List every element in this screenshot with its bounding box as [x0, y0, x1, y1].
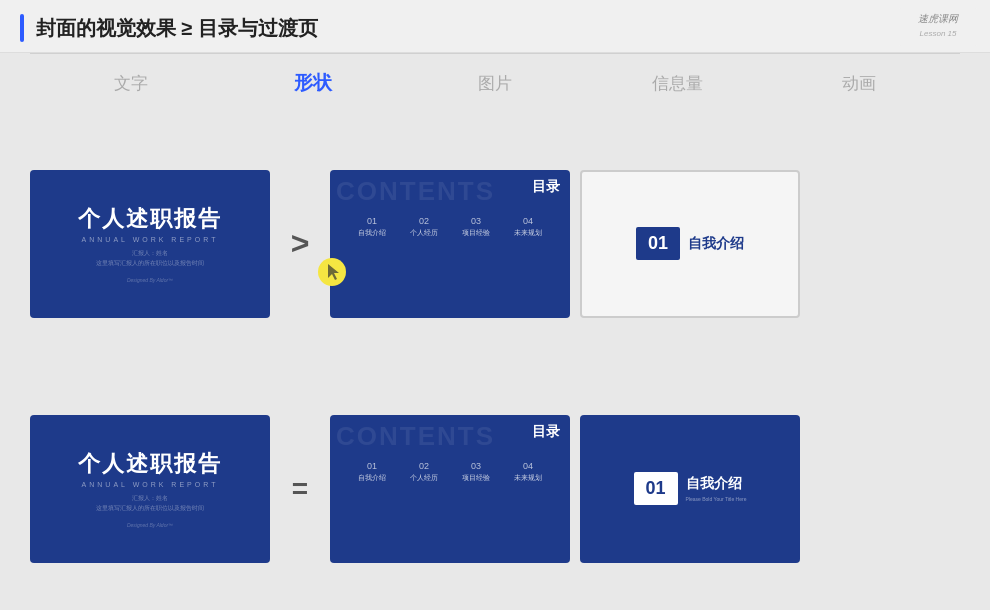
cover-info-2: 汇报人：姓名这里填写汇报人的所在职位以及报告时间: [96, 494, 204, 513]
toc-bg-text-2: CONTENTS: [336, 421, 495, 452]
section-label-2: 自我介绍: [686, 475, 747, 493]
row-equal: 个人述职报告 ANNUAL WORK REPORT 汇报人：姓名这里填写汇报人的…: [30, 373, 960, 604]
tab-shape[interactable]: 形状: [222, 64, 404, 102]
toc-num-2-1: 01: [346, 461, 398, 471]
cover-title-en-2: ANNUAL WORK REPORT: [82, 481, 219, 488]
toc-item-2-1: 01 自我介绍: [346, 461, 398, 483]
toc-item-2-4: 04 未来规划: [502, 461, 554, 483]
tab-image[interactable]: 图片: [404, 66, 586, 101]
logo-icon: 速虎课网 Lesson 15: [898, 8, 978, 46]
cover-designed-1: Designed By Aldor™: [127, 277, 173, 283]
section-slide-equal: 01 自我介绍 Please Bold Your Title Here: [580, 415, 800, 563]
cover-slide-equal: 个人述职报告 ANNUAL WORK REPORT 汇报人：姓名这里填写汇报人的…: [30, 415, 270, 563]
toc-label-2-1: 自我介绍: [346, 473, 398, 483]
toc-items-1: 01 自我介绍 02 个人经历 03 项目经验 04: [340, 216, 560, 238]
toc-bg-text-1: CONTENTS: [336, 176, 495, 207]
svg-text:速虎课网: 速虎课网: [918, 13, 959, 24]
section-num-1: 01: [636, 227, 680, 260]
toc-item-1: 01 自我介绍: [346, 216, 398, 238]
toc-item-4: 04 未来规划: [502, 216, 554, 238]
toc-label-1: 自我介绍: [346, 228, 398, 238]
toc-slide-better: CONTENTS 目录 01 自我介绍 02 个人经历 03: [330, 170, 570, 318]
tab-text[interactable]: 文字: [40, 66, 222, 101]
toc-slide-equal: CONTENTS 目录 01 自我介绍 02 个人经历 03 项目经验: [330, 415, 570, 563]
toc-label-2: 个人经历: [398, 228, 450, 238]
cover-title-cn-1: 个人述职报告: [78, 204, 222, 234]
toc-label-4: 未来规划: [502, 228, 554, 238]
section-label-1: 自我介绍: [688, 235, 744, 253]
toc-label-2-2: 个人经历: [398, 473, 450, 483]
cover-title-en-1: ANNUAL WORK REPORT: [82, 236, 219, 243]
toc-num-2-3: 03: [450, 461, 502, 471]
tab-info[interactable]: 信息量: [586, 66, 768, 101]
arrow-symbol: >: [280, 225, 320, 262]
section-num-2: 01: [634, 472, 678, 505]
equals-symbol: =: [280, 473, 320, 505]
section-subtitle-2: Please Bold Your Title Here: [686, 496, 747, 502]
toc-num-4: 04: [502, 216, 554, 226]
toc-item-2-3: 03 项目经验: [450, 461, 502, 483]
cover-designed-2: Designed By Aldor™: [127, 522, 173, 528]
svg-text:Lesson 15: Lesson 15: [920, 29, 957, 38]
main-content: 个人述职报告 ANNUAL WORK REPORT 汇报人：姓名这里填写汇报人的…: [0, 112, 990, 610]
cursor-icon: [318, 258, 346, 286]
nav-tabs: 文字 形状 图片 信息量 动画: [0, 54, 990, 112]
toc-item-3: 03 项目经验: [450, 216, 502, 238]
toc-num-3: 03: [450, 216, 502, 226]
cursor-circle: [318, 258, 346, 286]
toc-num-2-2: 02: [398, 461, 450, 471]
section-slide-better: 01 自我介绍: [580, 170, 800, 318]
toc-items-2: 01 自我介绍 02 个人经历 03 项目经验 04 未来规划: [340, 461, 560, 483]
toc-num-1: 01: [346, 216, 398, 226]
page-title: 封面的视觉效果 ≥ 目录与过渡页: [36, 15, 318, 42]
header: 封面的视觉效果 ≥ 目录与过渡页: [0, 0, 990, 53]
cover-info-1: 汇报人：姓名这里填写汇报人的所在职位以及报告时间: [96, 249, 204, 268]
cover-slide-better: 个人述职报告 ANNUAL WORK REPORT 汇报人：姓名这里填写汇报人的…: [30, 170, 270, 318]
toc-wrapper-better: CONTENTS 目录 01 自我介绍 02 个人经历 03: [330, 170, 570, 318]
header-accent: [20, 14, 24, 42]
toc-num-2-4: 04: [502, 461, 554, 471]
toc-num-2: 02: [398, 216, 450, 226]
tab-animation[interactable]: 动画: [768, 66, 950, 101]
toc-label-2-3: 项目经验: [450, 473, 502, 483]
toc-label-2-4: 未来规划: [502, 473, 554, 483]
toc-item-2: 02 个人经历: [398, 216, 450, 238]
toc-label-3: 项目经验: [450, 228, 502, 238]
logo: 速虎课网 Lesson 15: [898, 8, 978, 50]
toc-item-2-2: 02 个人经历: [398, 461, 450, 483]
row-better: 个人述职报告 ANNUAL WORK REPORT 汇报人：姓名这里填写汇报人的…: [30, 128, 960, 359]
cover-title-cn-2: 个人述职报告: [78, 449, 222, 479]
